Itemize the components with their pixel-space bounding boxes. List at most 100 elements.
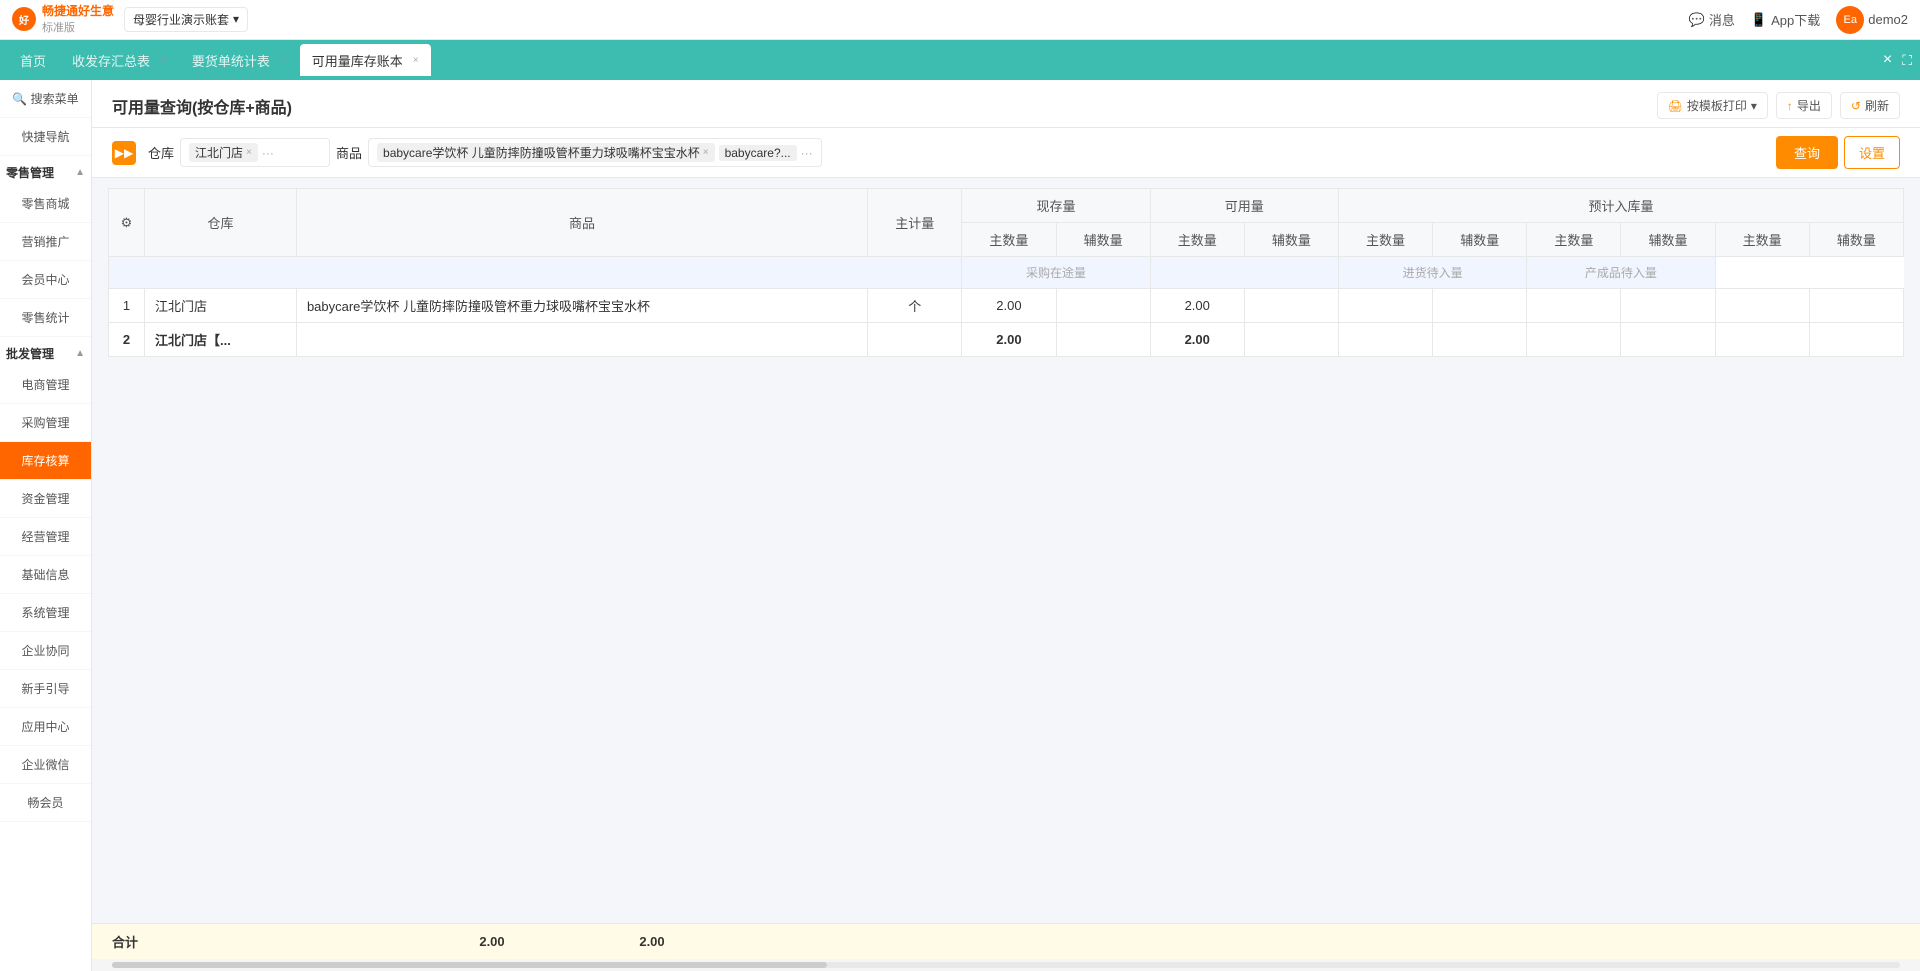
data-table: ⚙ 仓库 商品 主计量 现存量 可用量 预计入库量 主数量 辅数量 主数量 辅数…	[108, 188, 1904, 357]
current-main-header: 主数量	[962, 223, 1056, 257]
available-aux-header: 辅数量	[1244, 223, 1338, 257]
incoming-aux-header: 辅数量	[1621, 223, 1715, 257]
logo-text: 畅捷通好生意	[42, 4, 114, 18]
tab-available-inventory-close[interactable]: ×	[413, 55, 419, 66]
row-finished-aux-2	[1809, 323, 1903, 357]
row-purchase-aux-2	[1433, 323, 1527, 357]
row-purchase-main	[1338, 289, 1432, 323]
sidebar-item-marketing[interactable]: 营销推广	[0, 223, 91, 261]
filter-bar: ▶▶ 仓库 江北门店 × ··· 商品 babycare学饮杯 儿童防摔防撞吸管…	[92, 128, 1920, 178]
row-incoming-aux-2	[1621, 323, 1715, 357]
chevron-up-icon: ▲	[75, 167, 85, 178]
user-profile-btn[interactable]: Ea demo2	[1836, 6, 1908, 34]
warehouse-filter-input[interactable]: 江北门店 × ···	[180, 138, 330, 167]
warehouse-tag-remove[interactable]: ×	[246, 147, 252, 158]
row-finished-main	[1715, 289, 1809, 323]
available-header: 可用量	[1150, 189, 1338, 223]
scrollbar-thumb[interactable]	[112, 962, 827, 968]
header-actions: 🖨 按模板打印 ▾ ↑ 导出 ↺ 刷新	[1657, 92, 1900, 119]
tab-order-stats-close[interactable]: ×	[280, 55, 286, 66]
sidebar-item-ecommerce[interactable]: 电商管理	[0, 366, 91, 404]
page-content: 可用量查询(按仓库+商品) 🖨 按模板打印 ▾ ↑ 导出 ↺ 刷新 ▶▶	[92, 80, 1920, 971]
sidebar-item-appstore[interactable]: 应用中心	[0, 708, 91, 746]
table-row: 1 江北门店 babycare学饮杯 儿童防摔防撞吸管杯重力球吸嘴杯宝宝水杯 个…	[109, 289, 1904, 323]
query-btn[interactable]: 查询	[1776, 136, 1838, 169]
main-area: 🔍 搜索菜单 快捷导航 零售管理 ▲ 零售商城 营销推广 会员中心 零售统计 批…	[0, 80, 1920, 971]
row-current-main: 2.00	[962, 289, 1056, 323]
sidebar-item-inventory[interactable]: 库存核算	[0, 442, 91, 480]
product-tag-1-value: babycare学饮杯 儿童防摔防撞吸管杯重力球吸嘴杯宝宝水杯	[383, 144, 700, 161]
row-purchase-aux	[1433, 289, 1527, 323]
top-bar: 好 畅捷通好生意 标准版 母婴行业演示账套 ▾ 💬 消息 📱 App下载 Ea …	[0, 0, 1920, 40]
row-current-aux	[1056, 289, 1150, 323]
horizontal-scrollbar[interactable]	[92, 959, 1920, 971]
sidebar-section-retail[interactable]: 零售管理 ▲	[0, 156, 91, 185]
sidebar-section-wholesale[interactable]: 批发管理 ▲	[0, 337, 91, 366]
print-btn[interactable]: 🖨 按模板打印 ▾	[1657, 92, 1768, 119]
tab-home-label: 首页	[20, 51, 46, 70]
refresh-label: 刷新	[1865, 97, 1889, 114]
filter-group: 仓库 江北门店 × ··· 商品 babycare学饮杯 儿童防摔防撞吸管杯重力…	[148, 138, 1764, 167]
export-icon: ↑	[1787, 99, 1793, 113]
sidebar-item-purchase[interactable]: 采购管理	[0, 404, 91, 442]
export-label: 导出	[1797, 97, 1821, 114]
sidebar-item-member[interactable]: 畅会员	[0, 784, 91, 822]
product-tag-2-value: babycare?...	[725, 146, 791, 160]
product-filter-more[interactable]: ···	[801, 146, 813, 160]
row-finished-aux	[1809, 289, 1903, 323]
table-row: 2 江北门店【... 2.00 2.00	[109, 323, 1904, 357]
close-all-tabs-btn[interactable]: ×	[1883, 52, 1892, 68]
tab-receivable[interactable]: 收发存汇总表 ×	[60, 44, 178, 76]
row-available-main: 2.00	[1150, 289, 1244, 323]
sidebar-item-member-center[interactable]: 会员中心	[0, 261, 91, 299]
sidebar-item-finance[interactable]: 资金管理	[0, 480, 91, 518]
row-incoming-main-2	[1527, 323, 1621, 357]
row-current-aux-2	[1056, 323, 1150, 357]
sidebar-item-retail-shop[interactable]: 零售商城	[0, 185, 91, 223]
tab-order-stats[interactable]: 要货单统计表 ×	[180, 44, 298, 76]
expand-btn[interactable]: ⛶	[1902, 52, 1912, 69]
row-finished-main-2	[1715, 323, 1809, 357]
tab-available-inventory-label: 可用量库存账本	[312, 51, 403, 70]
page-header: 可用量查询(按仓库+商品) 🖨 按模板打印 ▾ ↑ 导出 ↺ 刷新	[92, 80, 1920, 128]
sidebar-search[interactable]: 🔍 搜索菜单	[0, 80, 91, 118]
purchase-aux-header: 辅数量	[1433, 223, 1527, 257]
row-unit: 个	[868, 289, 962, 323]
chevron-down-icon: ▾	[233, 12, 239, 26]
message-btn[interactable]: 💬 消息	[1689, 10, 1735, 29]
export-btn[interactable]: ↑ 导出	[1776, 92, 1832, 119]
refresh-btn[interactable]: ↺ 刷新	[1840, 92, 1900, 119]
table-area: ⚙ 仓库 商品 主计量 现存量 可用量 预计入库量 主数量 辅数量 主数量 辅数…	[92, 178, 1920, 923]
tab-available-inventory[interactable]: 可用量库存账本 ×	[300, 44, 431, 76]
page-title: 可用量查询(按仓库+商品)	[112, 94, 292, 118]
tab-receivable-close[interactable]: ×	[160, 55, 166, 66]
app-download-btn[interactable]: 📱 App下载	[1751, 10, 1820, 29]
sidebar-item-system[interactable]: 系统管理	[0, 594, 91, 632]
setting-btn[interactable]: 设置	[1844, 136, 1900, 169]
sidebar-item-wechat[interactable]: 企业微信	[0, 746, 91, 784]
sidebar-item-enterprise[interactable]: 企业协同	[0, 632, 91, 670]
sidebar-item-operation[interactable]: 经营管理	[0, 518, 91, 556]
sidebar-section-wholesale-label: 批发管理	[6, 345, 54, 362]
row-incoming-aux	[1621, 289, 1715, 323]
message-icon: 💬	[1689, 12, 1705, 28]
sidebar-item-guide[interactable]: 新手引导	[0, 670, 91, 708]
industry-selector[interactable]: 母婴行业演示账套 ▾	[124, 7, 248, 32]
row-available-aux	[1244, 289, 1338, 323]
warehouse-filter-more[interactable]: ···	[262, 146, 274, 160]
sidebar-item-basic[interactable]: 基础信息	[0, 556, 91, 594]
chevron-down-icon-wholesale: ▲	[75, 348, 85, 359]
finished-aux-header: 辅数量	[1809, 223, 1903, 257]
unit-header: 主计量	[868, 189, 962, 257]
row-warehouse: 江北门店	[145, 289, 297, 323]
filter-toggle-btn[interactable]: ▶▶	[112, 141, 136, 165]
gear-header: ⚙	[109, 189, 145, 257]
print-icon: 🖨	[1668, 99, 1683, 113]
product-filter-input[interactable]: babycare学饮杯 儿童防摔防撞吸管杯重力球吸嘴杯宝宝水杯 × babyca…	[368, 138, 822, 167]
sidebar-quick-nav[interactable]: 快捷导航	[0, 118, 91, 156]
warehouse-tag-value: 江北门店	[195, 144, 243, 161]
sidebar-item-retail-stats[interactable]: 零售统计	[0, 299, 91, 337]
tab-home[interactable]: 首页	[8, 44, 58, 76]
footer-total-label: 合计	[112, 932, 232, 951]
product-tag-1-remove[interactable]: ×	[703, 147, 709, 158]
